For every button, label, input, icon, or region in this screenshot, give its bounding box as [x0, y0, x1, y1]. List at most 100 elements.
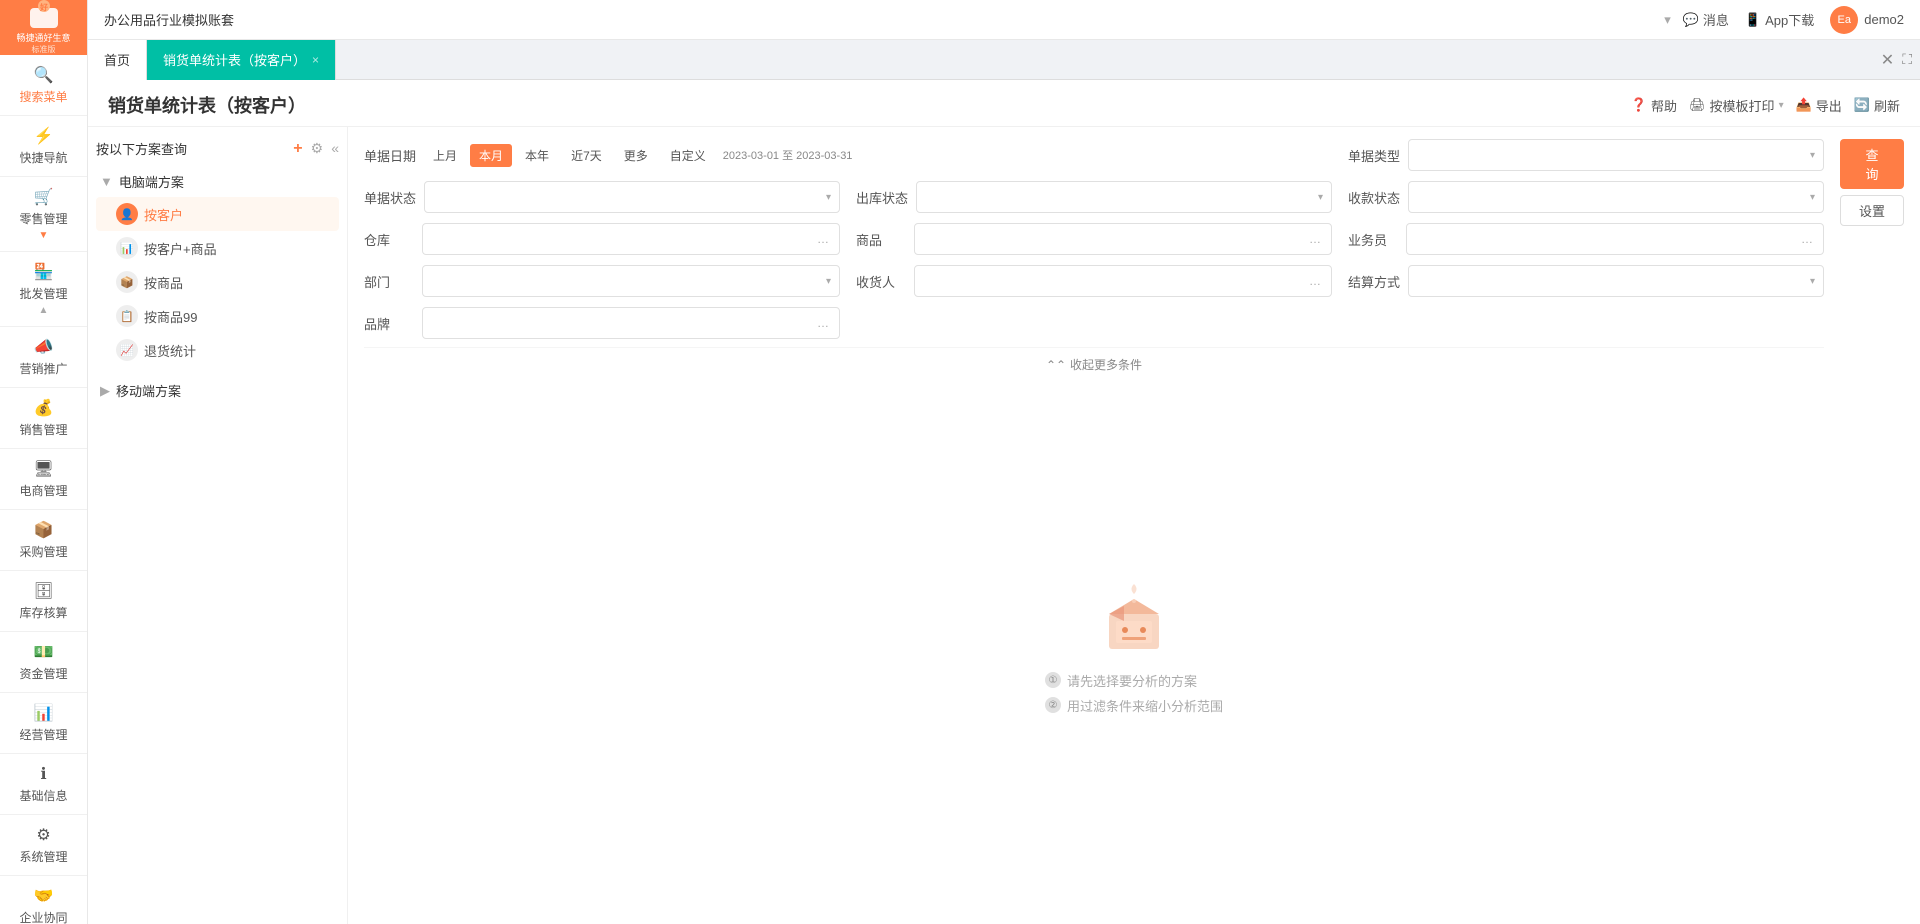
sidebar-item-retail[interactable]: 🛒 零售管理 ▼: [0, 177, 87, 252]
close-window-button[interactable]: ✕: [1881, 50, 1894, 70]
sidebar-item-wholesale[interactable]: 🏪 批发管理 ▲: [0, 252, 87, 327]
sidebar-item-operations[interactable]: 📊 经营管理: [0, 693, 87, 754]
sidebar-item-system[interactable]: ⚙ 系统管理: [0, 815, 87, 876]
step2-num: ②: [1045, 697, 1061, 713]
sidebar-item-label: 基础信息: [19, 787, 67, 804]
date-btn-last-month[interactable]: 上月: [424, 144, 466, 167]
topbar: 办公用品行业模拟账套 ▾ 💬 消息 📱 App下载 Ea demo2: [88, 0, 1920, 40]
print-button[interactable]: 🖨 按模板打印 ▾: [1689, 96, 1784, 115]
logo-icon: 好: [26, 0, 62, 30]
filter-row-goods: 商品 …: [856, 223, 1332, 255]
sidebar-item-sales[interactable]: 💰 销售管理: [0, 388, 87, 449]
topbar-actions: 💬 消息 📱 App下载 Ea demo2: [1683, 6, 1904, 34]
app-download-label: App下载: [1765, 10, 1814, 29]
empty-text: ① 请先选择要分析的方案 ② 用过滤条件来缩小分析范围: [1045, 671, 1223, 715]
step1-num: ①: [1045, 672, 1061, 688]
sidebar-item-marketing[interactable]: 📣 营销推广: [0, 327, 87, 388]
out-status-select[interactable]: ▾: [916, 181, 1332, 213]
print-dropdown-icon[interactable]: ▾: [1779, 100, 1784, 111]
logo-subtitle: 标准版: [32, 44, 56, 55]
tree-child-label: 按客户+商品: [144, 239, 217, 258]
query-button[interactable]: 查询: [1840, 139, 1904, 189]
export-button[interactable]: 📤 导出: [1796, 96, 1842, 115]
dept-dropdown-icon: ▾: [826, 276, 831, 287]
tree-child-return-stats[interactable]: 📈 退货统计: [96, 333, 339, 367]
tab-home[interactable]: 首页: [88, 40, 147, 80]
sidebar-item-label: 企业协同: [19, 909, 67, 924]
collapse-up-icon: ⌃⌃: [1046, 358, 1066, 372]
date-btn-more[interactable]: 更多: [615, 144, 657, 167]
help-button[interactable]: ❓ 帮助: [1631, 96, 1677, 115]
customer-goods-icon: 📊: [116, 237, 138, 259]
tree-child-customer-goods[interactable]: 📊 按客户+商品: [96, 231, 339, 265]
warehouse-label: 仓库: [364, 230, 414, 249]
logo-text: 畅捷通好生意: [16, 31, 70, 44]
user-menu[interactable]: Ea demo2: [1830, 6, 1904, 34]
avatar-text: Ea: [1838, 14, 1851, 26]
message-button[interactable]: 💬 消息: [1683, 10, 1729, 29]
tree-child-by-customer[interactable]: 👤 按客户: [96, 197, 339, 231]
collapse-filters-button[interactable]: ⌃⌃ 收起更多条件: [364, 347, 1824, 381]
date-btn-this-year[interactable]: 本年: [516, 144, 558, 167]
goods-select[interactable]: …: [914, 223, 1332, 255]
quick-nav-icon: ⚡: [34, 126, 54, 146]
filter-row-receipt-status: 收款状态 ▾: [1348, 181, 1824, 213]
sidebar-item-label: 零售管理: [19, 210, 67, 227]
date-btn-this-month[interactable]: 本月: [470, 144, 512, 167]
wholesale-icon: 🏪: [34, 262, 54, 282]
close-tab-button[interactable]: ×: [312, 53, 319, 67]
sidebar-item-inventory[interactable]: 🗄 库存核算: [0, 571, 87, 632]
collapse-panel-button[interactable]: «: [331, 140, 339, 158]
refresh-button[interactable]: 🔄 刷新: [1854, 96, 1900, 115]
add-scheme-button[interactable]: +: [293, 140, 302, 158]
warehouse-select[interactable]: …: [422, 223, 840, 255]
sidebar-item-search[interactable]: 🔍 搜索菜单: [0, 55, 87, 116]
tree-parent-mobile[interactable]: ▶ 移动端方案: [96, 375, 339, 406]
tree-parent-desktop[interactable]: ▼ 电脑端方案: [96, 166, 339, 197]
sidebar-item-purchase[interactable]: 📦 采购管理: [0, 510, 87, 571]
sidebar-item-label: 批发管理: [19, 285, 67, 302]
date-filter-controls: 上月 本月 本年 近7天 更多 自定义 2023-03-01 至 2023-03…: [424, 144, 852, 167]
filter-row-receiver: 收货人 …: [856, 265, 1332, 297]
order-type-select[interactable]: ▾: [1408, 139, 1824, 171]
tree-child-by-goods[interactable]: 📦 按商品: [96, 265, 339, 299]
page-header-actions: ❓ 帮助 🖨 按模板打印 ▾ 📤 导出 🔄 刷新: [1631, 96, 1900, 115]
tab-sales-stats[interactable]: 销货单统计表（按客户） ×: [147, 40, 336, 80]
collapse-label: 收起更多条件: [1070, 356, 1142, 373]
filter-main: 单据日期 上月 本月 本年 近7天 更多 自定义 2023-03-01 至 20…: [364, 139, 1824, 381]
receiver-select[interactable]: …: [914, 265, 1332, 297]
sidebar-item-label: 采购管理: [19, 543, 67, 560]
tree-child-by-goods99[interactable]: 📋 按商品99: [96, 299, 339, 333]
settings-button[interactable]: 设置: [1840, 195, 1904, 226]
customer-icon: 👤: [116, 203, 138, 225]
sidebar-item-label: 销售管理: [19, 421, 67, 438]
topbar-dropdown-icon[interactable]: ▾: [1664, 12, 1671, 28]
sidebar-item-enterprise[interactable]: 🤝 企业协同: [0, 876, 87, 924]
filter-row-dept: 部门 ▾: [364, 265, 840, 297]
dept-label: 部门: [364, 272, 414, 291]
empty-step2-label: 用过滤条件来缩小分析范围: [1067, 696, 1223, 715]
dept-select[interactable]: ▾: [422, 265, 840, 297]
sidebar-item-finance[interactable]: 💵 资金管理: [0, 632, 87, 693]
sidebar-item-ecommerce[interactable]: 🖥 电商管理: [0, 449, 87, 510]
order-status-select[interactable]: ▾: [424, 181, 840, 213]
sidebar-item-basicinfo[interactable]: ℹ 基础信息: [0, 754, 87, 815]
date-btn-last-7days[interactable]: 近7天: [562, 144, 611, 167]
app-download-button[interactable]: 📱 App下载: [1745, 10, 1814, 29]
brand-label: 品牌: [364, 314, 414, 333]
receipt-status-select[interactable]: ▾: [1408, 181, 1824, 213]
brand-select[interactable]: …: [422, 307, 840, 339]
goods99-icon: 📋: [116, 305, 138, 327]
settle-select[interactable]: ▾: [1408, 265, 1824, 297]
sidebar-item-quick-nav[interactable]: ⚡ 快捷导航: [0, 116, 87, 177]
salesman-select[interactable]: …: [1406, 223, 1824, 255]
date-btn-custom[interactable]: 自定义: [661, 144, 715, 167]
system-icon: ⚙: [36, 825, 50, 845]
tree-section-mobile: ▶ 移动端方案: [96, 375, 339, 406]
refresh-label: 刷新: [1874, 96, 1900, 115]
settings-scheme-button[interactable]: ⚙: [311, 140, 324, 158]
receipt-status-dropdown-icon: ▾: [1810, 192, 1815, 203]
maximize-window-button[interactable]: ⛶: [1902, 51, 1912, 68]
panel-header-icons: + ⚙ «: [293, 140, 339, 158]
date-range-display: 2023-03-01 至 2023-03-31: [723, 147, 853, 163]
